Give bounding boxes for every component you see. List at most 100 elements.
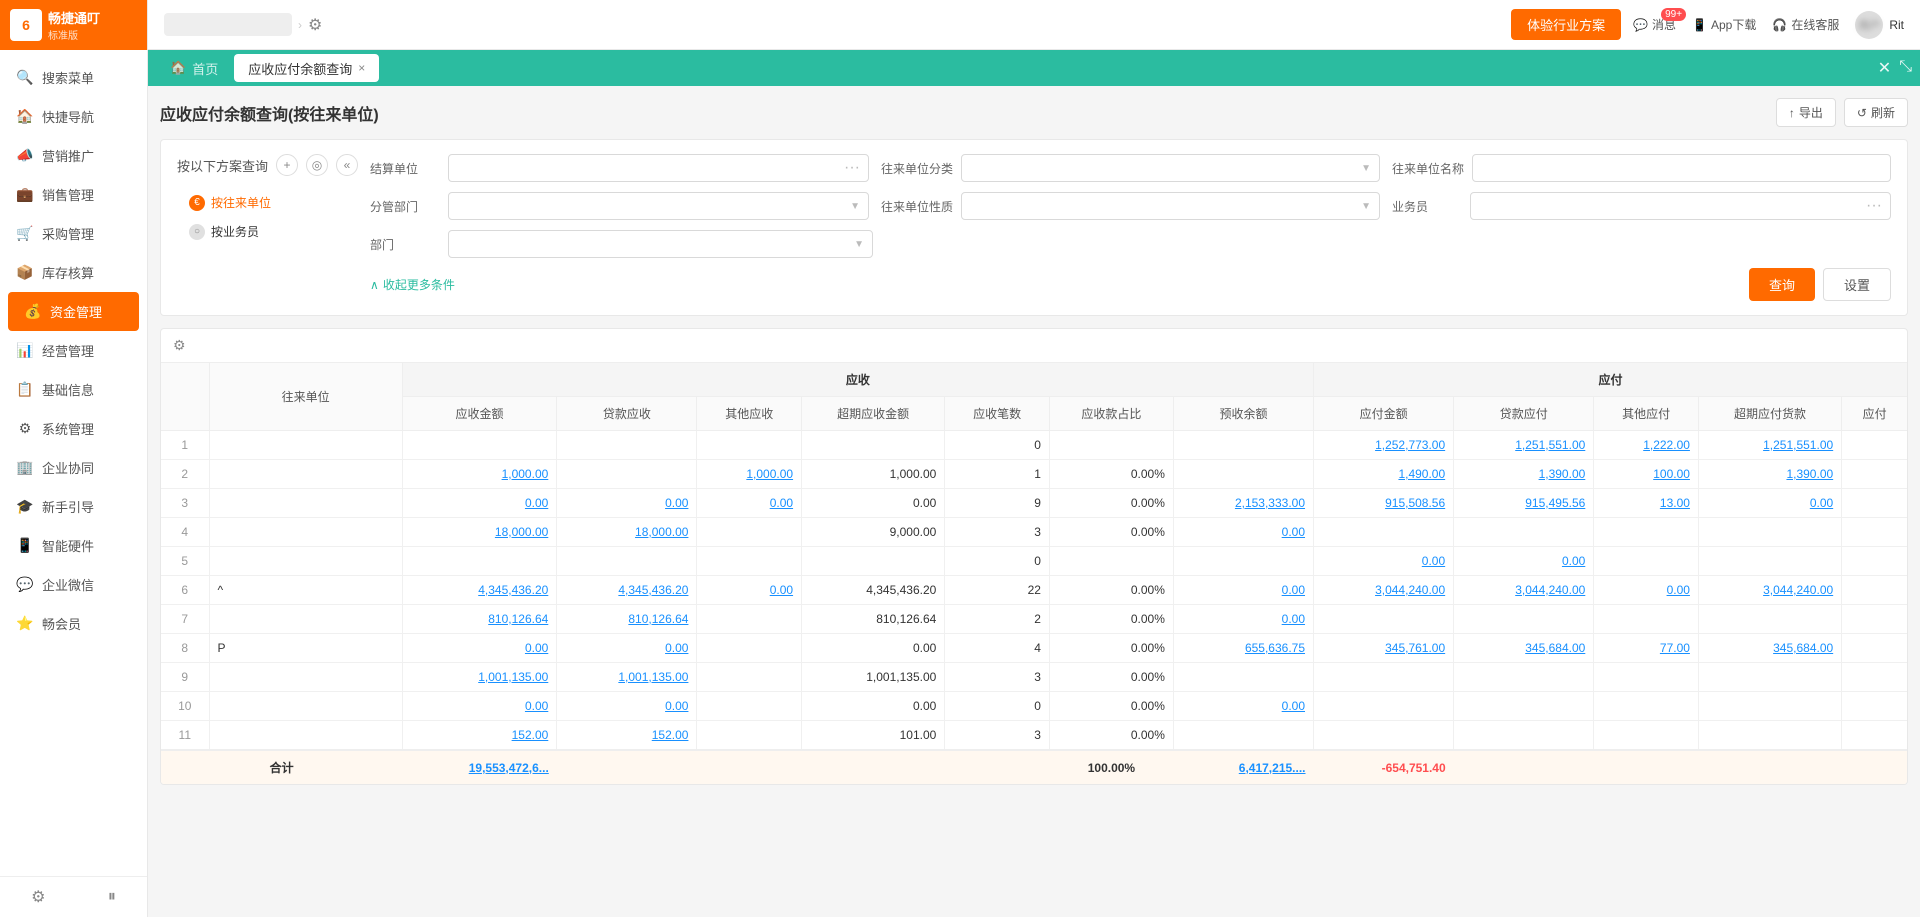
tab-bar: 🏠 首页 应收应付余额查询 × ✕ ⤡	[148, 50, 1920, 86]
tab-close-icon[interactable]: ×	[358, 61, 365, 75]
cell-ar-amt: 0.00	[402, 634, 557, 663]
cell-ap-amt	[1314, 518, 1454, 547]
cell-ap-loan	[1454, 721, 1594, 751]
tree-item-by-staff[interactable]: ○ 按业务员	[177, 217, 358, 246]
solution-btn[interactable]: 体验行业方案	[1511, 9, 1621, 40]
settings-bottom-icon[interactable]: ⚙	[31, 887, 45, 907]
footer-ar-amt[interactable]: 19,553,472,6...	[402, 750, 557, 784]
target-icon-btn[interactable]: ◎	[306, 154, 328, 176]
cell-ap-loan	[1454, 692, 1594, 721]
dept-select[interactable]: ▼	[448, 192, 869, 220]
th-group-ap: 应付	[1314, 363, 1907, 397]
filter-footer: ∧ 收起更多条件 查询 设置	[370, 268, 1891, 301]
sidebar-item-member[interactable]: ⭐ 畅会员	[0, 604, 147, 643]
cell-ap-other: 13.00	[1594, 489, 1699, 518]
inventory-icon: 📦	[16, 264, 34, 282]
cell-ap-loan: 915,495.56	[1454, 489, 1594, 518]
cell-ap-extra	[1842, 692, 1907, 721]
cell-ap-amt	[1314, 721, 1454, 751]
filter-dept: 分管部门 ▼	[370, 192, 869, 220]
unit-category-select[interactable]: ▼	[961, 154, 1380, 182]
sidebar-item-finance[interactable]: 💰 资金管理	[8, 292, 139, 331]
sidebar-item-enterprise[interactable]: 🏢 企业协同	[0, 448, 147, 487]
message-btn[interactable]: 💬 消息 99+	[1633, 16, 1676, 33]
filter-unit-nature: 往来单位性质 ▼	[881, 192, 1380, 220]
cell-ap-amt: 1,490.00	[1314, 460, 1454, 489]
query-btn[interactable]: 查询	[1749, 268, 1815, 301]
sidebar-item-operation[interactable]: 📊 经营管理	[0, 331, 147, 370]
app-download-btn[interactable]: 📱 App下载	[1692, 16, 1756, 33]
cell-ap-other	[1594, 518, 1699, 547]
cell-ar-count: 0	[945, 431, 1050, 460]
sidebar-item-system[interactable]: ⚙ 系统管理	[0, 409, 147, 448]
footer-ar-prepay[interactable]: 6,417,215....	[1173, 750, 1313, 784]
cell-unit-name	[209, 692, 402, 721]
sidebar-item-inventory[interactable]: 📦 库存核算	[0, 253, 147, 292]
sidebar-item-quick-nav[interactable]: 🏠 快捷导航	[0, 97, 147, 136]
settings-gear-icon[interactable]: ⚙	[308, 15, 322, 35]
tab-home[interactable]: 🏠 首页	[156, 54, 232, 82]
cell-ar-count: 1	[945, 460, 1050, 489]
unit-nature-select[interactable]: ▼	[961, 192, 1380, 220]
sidebar-item-beginner[interactable]: 🎓 新手引导	[0, 487, 147, 526]
tree-item-by-unit[interactable]: € 按往来单位	[177, 188, 358, 217]
logo-icon: 6	[10, 9, 42, 41]
user-area[interactable]: 用户 Rit	[1855, 11, 1904, 39]
unit-name-label: 往来单位名称	[1392, 160, 1464, 177]
settings-btn[interactable]: 设置	[1823, 268, 1891, 301]
footer-ap-amt: -654,751.40	[1314, 750, 1454, 784]
filter-unit-category: 往来单位分类 ▼	[881, 154, 1380, 182]
collapse-left-btn[interactable]: «	[336, 154, 358, 176]
cell-ar-other	[697, 547, 802, 576]
cell-unit-name	[209, 460, 402, 489]
tab-ar-ap[interactable]: 应收应付余额查询 ×	[234, 54, 379, 82]
settlement-unit-input[interactable]: ···	[448, 154, 869, 182]
export-btn[interactable]: ↑ 导出	[1776, 98, 1836, 127]
th-ar-count: 应收笔数	[945, 397, 1050, 431]
cell-ar-overdue: 1,001,135.00	[802, 663, 945, 692]
cell-ap-overdue: 345,684.00	[1698, 634, 1841, 663]
cell-ar-overdue: 0.00	[802, 489, 945, 518]
cell-ar-loan: 0.00	[557, 489, 697, 518]
sidebar-item-smart-hw[interactable]: 📱 智能硬件	[0, 526, 147, 565]
unit-nature-chevron-icon: ▼	[1361, 201, 1371, 212]
cell-ap-loan	[1454, 663, 1594, 692]
cell-ap-amt	[1314, 663, 1454, 692]
tab-maximize-icon[interactable]: ⤡	[1899, 58, 1912, 78]
cell-ap-other: 1,222.00	[1594, 431, 1699, 460]
cell-ar-other	[697, 663, 802, 692]
salesman-input[interactable]: ···	[1470, 192, 1891, 220]
refresh-btn[interactable]: ↺ 刷新	[1844, 98, 1908, 127]
pause-icon[interactable]: ⏸	[108, 888, 116, 906]
basic-info-icon: 📋	[16, 381, 34, 399]
sidebar-bottom: ⚙ ⏸	[0, 876, 147, 917]
cell-ap-extra	[1842, 431, 1907, 460]
cell-ap-overdue	[1698, 547, 1841, 576]
cell-ar-loan: 0.00	[557, 634, 697, 663]
cell-ap-other: 77.00	[1594, 634, 1699, 663]
sidebar-item-label: 新手引导	[42, 497, 94, 516]
sidebar-item-basic-info[interactable]: 📋 基础信息	[0, 370, 147, 409]
add-condition-btn[interactable]: +	[276, 154, 298, 176]
cell-ar-count: 4	[945, 634, 1050, 663]
cell-ap-other	[1594, 721, 1699, 751]
unit-name-input[interactable]	[1472, 154, 1891, 182]
sidebar-item-label: 搜索菜单	[42, 68, 94, 87]
sidebar-item-search-menu[interactable]: 🔍 搜索菜单	[0, 58, 147, 97]
cell-unit-name: ^	[209, 576, 402, 605]
sidebar-item-marketing[interactable]: 📣 营销推广	[0, 136, 147, 175]
salesman-dots-icon: ···	[1866, 197, 1882, 215]
online-service-btn[interactable]: 🎧 在线客服	[1772, 16, 1839, 33]
collapse-btn[interactable]: ∧ 收起更多条件	[370, 276, 455, 293]
filter-department: 部门 ▼	[370, 230, 873, 258]
sidebar-item-weixin[interactable]: 💬 企业微信	[0, 565, 147, 604]
tab-close-window-icon[interactable]: ✕	[1878, 58, 1891, 78]
department-select[interactable]: ▼	[448, 230, 873, 258]
sidebar-item-sales[interactable]: 💼 销售管理	[0, 175, 147, 214]
unit-category-chevron-icon: ▼	[1361, 163, 1371, 174]
cell-ap-loan: 1,251,551.00	[1454, 431, 1594, 460]
operation-icon: 📊	[16, 342, 34, 360]
footer-ar-overdue	[802, 750, 945, 784]
sidebar-item-purchase[interactable]: 🛒 采购管理	[0, 214, 147, 253]
table-settings-icon[interactable]: ⚙	[173, 337, 186, 354]
